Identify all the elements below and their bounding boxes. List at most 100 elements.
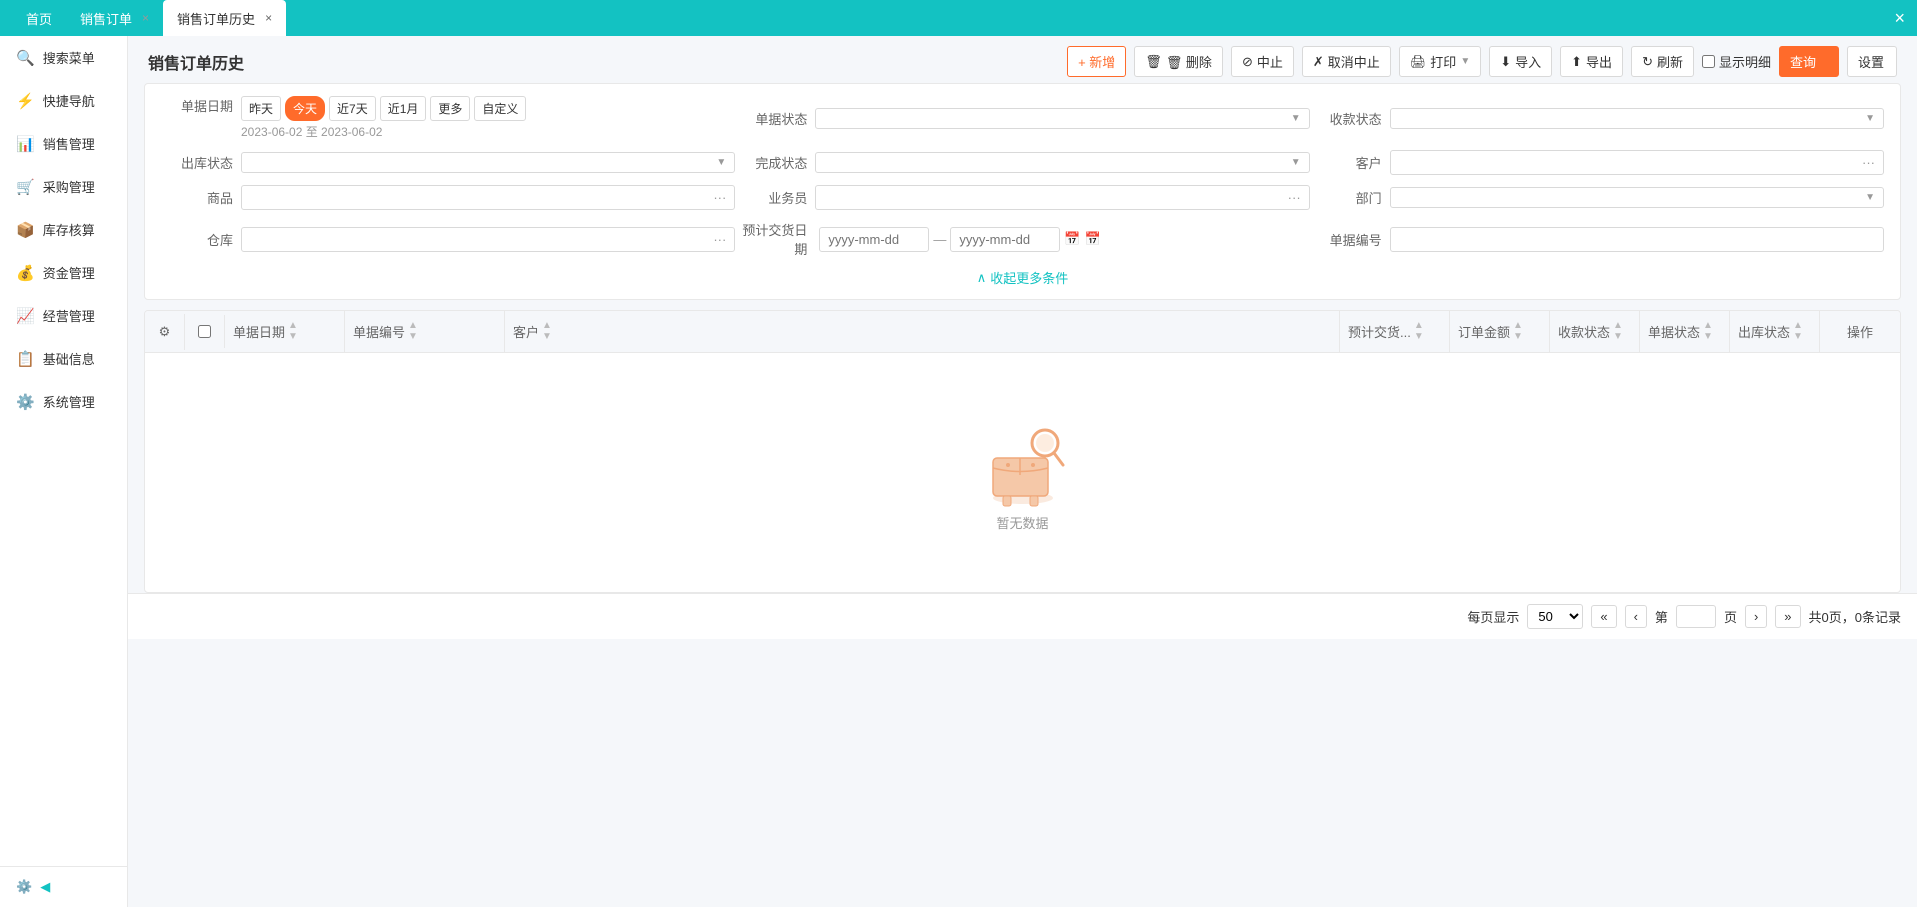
top-bar: 首页 销售订单 × 销售订单历史 × × bbox=[0, 0, 1917, 36]
sort-amount-icon[interactable]: ▲▼ bbox=[1513, 321, 1523, 342]
collapse-label: 收起更多条件 bbox=[990, 268, 1068, 287]
tab-home[interactable]: 首页 bbox=[12, 0, 66, 36]
sort-date-icon[interactable]: ▲▼ bbox=[288, 321, 298, 342]
sidebar-collapse-icon[interactable]: ◀ bbox=[40, 879, 50, 895]
table-header: ⚙ 单据日期 ▲▼ 单据编号 ▲▼ 客户 ▲▼ 预计交货. bbox=[145, 311, 1900, 353]
sidebar-item-purchase-mgmt[interactable]: 🛒 采购管理 bbox=[0, 165, 127, 208]
sidebar-item-sales-mgmt[interactable]: 📊 销售管理 bbox=[0, 122, 127, 165]
add-button[interactable]: + 新增 bbox=[1067, 46, 1126, 77]
status-select[interactable]: ▼ bbox=[815, 108, 1309, 129]
window-close-btn[interactable]: × bbox=[1894, 8, 1905, 29]
export-label: 导出 bbox=[1586, 52, 1612, 71]
page-size-select[interactable]: 20 50 100 bbox=[1527, 604, 1583, 629]
tab-sales-order-label: 销售订单 bbox=[80, 9, 132, 28]
sidebar-item-search-menu[interactable]: 🔍 搜索菜单 bbox=[0, 36, 127, 79]
outbound-status-arrow: ▼ bbox=[716, 157, 726, 168]
date-btn-custom[interactable]: 自定义 bbox=[474, 96, 526, 121]
sort-customer-icon[interactable]: ▲▼ bbox=[542, 321, 552, 342]
sidebar-item-inventory-label: 库存核算 bbox=[43, 220, 95, 239]
operations-mgmt-icon: 📈 bbox=[16, 307, 35, 325]
sort-num-icon[interactable]: ▲▼ bbox=[408, 321, 418, 342]
sidebar-item-search-menu-label: 搜索菜单 bbox=[43, 48, 95, 67]
date-btn-more[interactable]: 更多 bbox=[430, 96, 470, 121]
total-info: 共0页，0条记录 bbox=[1809, 607, 1901, 626]
sidebar-item-operations-mgmt[interactable]: 📈 经营管理 bbox=[0, 294, 127, 337]
delivery-date-end[interactable] bbox=[950, 227, 1060, 252]
filter-row-2: 出库状态 ▼ 完成状态 ▼ 客户 bbox=[161, 150, 1884, 175]
date-btn-today[interactable]: 今天 bbox=[285, 96, 325, 121]
tab-sales-order-history-close[interactable]: × bbox=[265, 11, 272, 25]
collection-status-select[interactable]: ▼ bbox=[1390, 108, 1884, 129]
th-warehouse-status-label: 出库状态 bbox=[1738, 322, 1790, 341]
display-detail-input[interactable] bbox=[1702, 55, 1715, 68]
completion-status-select[interactable]: ▼ bbox=[815, 152, 1309, 173]
date-btn-7days[interactable]: 近7天 bbox=[329, 96, 376, 121]
delivery-calendar-icon-end[interactable]: 📅 bbox=[1085, 231, 1101, 247]
delivery-date-start[interactable] bbox=[819, 227, 929, 252]
print-button[interactable]: 🖨 打印 ▼ bbox=[1399, 46, 1481, 77]
th-check[interactable] bbox=[185, 315, 225, 348]
product-input[interactable]: ··· bbox=[241, 185, 735, 210]
empty-illustration bbox=[963, 413, 1083, 513]
stop-icon: ⊘ bbox=[1242, 54, 1253, 70]
sort-bill-status-icon[interactable]: ▲▼ bbox=[1703, 321, 1713, 342]
query-button[interactable]: 查询 bbox=[1779, 46, 1839, 77]
first-page-btn[interactable]: « bbox=[1591, 605, 1616, 628]
last-page-btn[interactable]: » bbox=[1775, 605, 1800, 628]
customer-input[interactable]: ··· bbox=[1390, 150, 1884, 175]
page-label-after: 页 bbox=[1724, 607, 1737, 626]
prev-page-btn[interactable]: ‹ bbox=[1625, 605, 1647, 628]
order-num-input[interactable] bbox=[1390, 227, 1884, 252]
th-bill-status: 单据状态 ▲▼ bbox=[1640, 311, 1730, 352]
settings-gear-icon[interactable]: ⚙ bbox=[159, 324, 171, 340]
date-label: 单据日期 bbox=[161, 96, 241, 115]
sidebar-item-quick-nav[interactable]: ⚡ 快捷导航 bbox=[0, 79, 127, 122]
sidebar-item-base-info[interactable]: 📋 基础信息 bbox=[0, 337, 127, 380]
sidebar-item-sales-mgmt-label: 销售管理 bbox=[43, 134, 95, 153]
empty-text: 暂无数据 bbox=[996, 513, 1048, 532]
sidebar-item-capital-mgmt-label: 资金管理 bbox=[43, 263, 95, 282]
cancel-stop-label: 取消中止 bbox=[1328, 52, 1380, 71]
refresh-icon: ↻ bbox=[1642, 54, 1653, 70]
inventory-icon: 📦 bbox=[16, 221, 35, 239]
export-button[interactable]: ⬆ 导出 bbox=[1560, 46, 1623, 77]
sidebar-settings-icon[interactable]: ⚙️ bbox=[16, 879, 32, 895]
delete-button[interactable]: 🗑 🗑 删除 bbox=[1134, 46, 1223, 77]
collapse-btn[interactable]: ∧ 收起更多条件 bbox=[161, 268, 1884, 287]
th-settings[interactable]: ⚙ bbox=[145, 314, 185, 350]
tab-sales-order[interactable]: 销售订单 × bbox=[66, 0, 163, 36]
import-button[interactable]: ⬇ 导入 bbox=[1489, 46, 1552, 77]
customer-dots: ··· bbox=[1862, 155, 1875, 170]
page-number-input[interactable]: 1 bbox=[1676, 605, 1716, 628]
cancel-stop-button[interactable]: ✗ 取消中止 bbox=[1302, 46, 1391, 77]
sidebar-item-capital-mgmt[interactable]: 💰 资金管理 bbox=[0, 251, 127, 294]
status-label: 单据状态 bbox=[735, 109, 815, 128]
display-detail-checkbox[interactable]: 显示明细 bbox=[1702, 52, 1771, 71]
cancel-stop-icon: ✗ bbox=[1313, 54, 1324, 70]
stop-button[interactable]: ⊘ 中止 bbox=[1231, 46, 1294, 77]
date-btn-yesterday[interactable]: 昨天 bbox=[241, 96, 281, 121]
sort-warehouse-icon[interactable]: ▲▼ bbox=[1793, 321, 1803, 342]
delivery-calendar-icon-start[interactable]: 📅 bbox=[1064, 231, 1080, 247]
settings-button[interactable]: 设置 bbox=[1847, 46, 1897, 77]
department-select[interactable]: ▼ bbox=[1390, 187, 1884, 208]
check-all-input[interactable] bbox=[198, 325, 211, 338]
date-separator: — bbox=[933, 232, 946, 247]
next-page-btn[interactable]: › bbox=[1745, 605, 1767, 628]
date-btn-1month[interactable]: 近1月 bbox=[380, 96, 427, 121]
tab-sales-order-history[interactable]: 销售订单历史 × bbox=[163, 0, 286, 36]
collection-status-arrow: ▼ bbox=[1865, 113, 1875, 124]
sort-delivery-icon[interactable]: ▲▼ bbox=[1414, 321, 1424, 342]
delete-icon: 🗑 bbox=[1145, 54, 1162, 70]
sort-payment-icon[interactable]: ▲▼ bbox=[1613, 321, 1623, 342]
search-menu-icon: 🔍 bbox=[16, 49, 35, 67]
salesperson-input[interactable]: ··· bbox=[815, 185, 1309, 210]
system-mgmt-icon: ⚙️ bbox=[16, 393, 35, 411]
refresh-button[interactable]: ↻ 刷新 bbox=[1631, 46, 1694, 77]
sidebar-item-inventory[interactable]: 📦 库存核算 bbox=[0, 208, 127, 251]
warehouse-input[interactable]: ··· bbox=[241, 227, 735, 252]
refresh-label: 刷新 bbox=[1657, 52, 1683, 71]
outbound-status-select[interactable]: ▼ bbox=[241, 152, 735, 173]
sidebar-item-system-mgmt[interactable]: ⚙️ 系统管理 bbox=[0, 380, 127, 423]
tab-sales-order-close[interactable]: × bbox=[142, 11, 149, 25]
